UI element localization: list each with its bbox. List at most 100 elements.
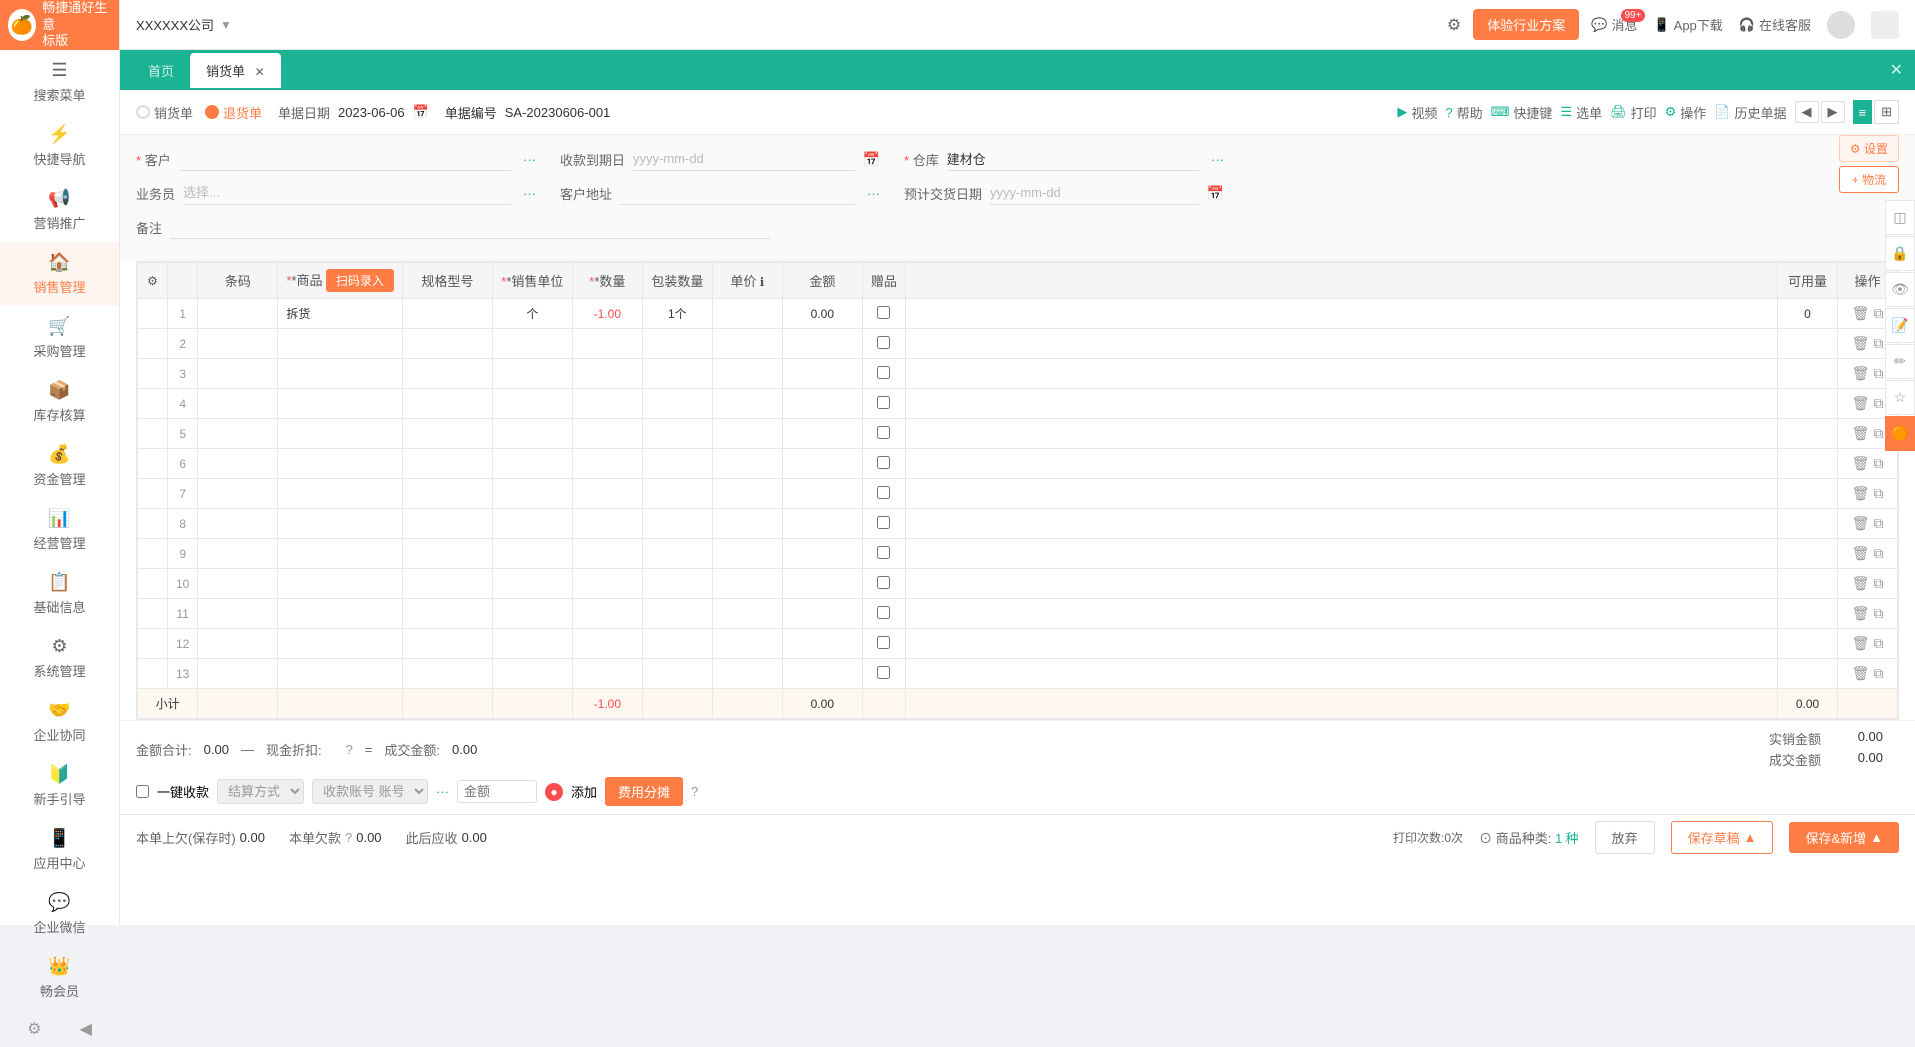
sidebar-item-collab[interactable]: 🤝 企业协同 <box>0 690 119 754</box>
row-product[interactable] <box>278 479 402 509</box>
customer-select-icon[interactable]: ··· <box>523 152 536 167</box>
row-gift[interactable] <box>862 569 905 599</box>
row-desc[interactable] <box>905 509 1777 539</box>
row-spec[interactable] <box>402 329 492 359</box>
row-product[interactable] <box>278 419 402 449</box>
row-delete-btn[interactable]: 🗑 <box>1852 575 1870 592</box>
right-tool-7[interactable]: 🟠 <box>1885 416 1915 451</box>
row-price[interactable] <box>712 569 782 599</box>
settings-button[interactable]: ⚙ 设置 <box>1839 135 1899 162</box>
customer-addr-select-icon[interactable]: ··· <box>867 186 880 201</box>
row-unit[interactable] <box>492 629 572 659</box>
online-service-button[interactable]: 🎧 在线客服 <box>1739 15 1811 34</box>
row-unit[interactable] <box>492 329 572 359</box>
grid-view-btn[interactable]: ⊞ <box>1874 100 1899 124</box>
order-debt-help[interactable]: ? <box>345 830 352 845</box>
salesperson-select-icon[interactable]: ··· <box>523 186 536 201</box>
row-copy-btn[interactable]: ⧉ <box>1873 335 1883 352</box>
row-price[interactable] <box>712 509 782 539</box>
prev-record-btn[interactable]: ◀ <box>1795 101 1819 123</box>
sidebar-item-search-order[interactable]: ☰ 搜索菜单 <box>0 50 119 114</box>
row-spec[interactable] <box>402 509 492 539</box>
row-gift[interactable] <box>862 539 905 569</box>
row-unit[interactable] <box>492 419 572 449</box>
user-menu[interactable] <box>1871 11 1899 39</box>
row-price[interactable] <box>712 629 782 659</box>
row-barcode[interactable] <box>198 389 278 419</box>
row-product[interactable] <box>278 569 402 599</box>
save-draft-button[interactable]: 保存草稿 ▲ <box>1671 821 1774 854</box>
row-spec[interactable] <box>402 419 492 449</box>
row-price[interactable] <box>712 599 782 629</box>
tab-home[interactable]: 首页 <box>132 53 190 88</box>
customer-input[interactable] <box>179 147 511 171</box>
row-barcode[interactable] <box>198 599 278 629</box>
row-copy-btn[interactable]: ⧉ <box>1873 575 1883 592</box>
next-record-btn[interactable]: ▶ <box>1821 101 1845 123</box>
tab-close-icon[interactable]: ✕ <box>255 65 265 79</box>
calc-help-icon[interactable]: ? <box>346 742 353 757</box>
radio-return[interactable]: 退货单 <box>205 103 262 122</box>
row-delete-btn[interactable]: 🗑 <box>1852 305 1870 322</box>
row-delete-btn[interactable]: 🗑 <box>1852 395 1870 412</box>
row-unit[interactable] <box>492 539 572 569</box>
row-qty[interactable] <box>572 329 642 359</box>
row-copy-btn[interactable]: ⧉ <box>1873 305 1883 322</box>
row-spec[interactable] <box>402 389 492 419</box>
row-delete-btn[interactable]: 🗑 <box>1852 605 1870 622</box>
row-gift[interactable] <box>862 299 905 329</box>
row-product[interactable] <box>278 389 402 419</box>
row-copy-btn[interactable]: ⧉ <box>1873 605 1883 622</box>
row-unit[interactable] <box>492 359 572 389</box>
sidebar-item-guide[interactable]: 🔰 新手引导 <box>0 754 119 818</box>
save-new-button[interactable]: 保存&新增 ▲ <box>1789 822 1899 853</box>
right-tool-5[interactable]: ✏ <box>1885 344 1915 379</box>
row-copy-btn[interactable]: ⧉ <box>1873 485 1883 502</box>
payment-due-calendar-icon[interactable]: 📅 <box>863 151 880 168</box>
row-copy-btn[interactable]: ⧉ <box>1873 545 1883 562</box>
right-tool-4[interactable]: 📝 <box>1885 308 1915 343</box>
row-product[interactable] <box>278 329 402 359</box>
row-spec[interactable] <box>402 299 492 329</box>
row-delete-btn[interactable]: 🗑 <box>1852 455 1870 472</box>
row-barcode[interactable] <box>198 509 278 539</box>
row-gift[interactable] <box>862 599 905 629</box>
row-desc[interactable] <box>905 329 1777 359</box>
row-copy-btn[interactable]: ⧉ <box>1873 425 1883 442</box>
row-delete-btn[interactable]: 🗑 <box>1852 425 1870 442</box>
row-unit[interactable] <box>492 479 572 509</box>
amount-dots[interactable]: ··· <box>436 784 449 799</box>
row-qty[interactable] <box>572 569 642 599</box>
row-price[interactable] <box>712 389 782 419</box>
row-unit[interactable]: 个 <box>492 299 572 329</box>
row-delete-btn[interactable]: 🗑 <box>1852 515 1870 532</box>
row-barcode[interactable] <box>198 329 278 359</box>
row-desc[interactable] <box>905 629 1777 659</box>
payment-method-select[interactable]: 结算方式 <box>217 779 304 804</box>
row-desc[interactable] <box>905 569 1777 599</box>
sidebar-item-basic[interactable]: 📋 基础信息 <box>0 562 119 626</box>
row-desc[interactable] <box>905 359 1777 389</box>
row-product[interactable] <box>278 509 402 539</box>
row-gift[interactable] <box>862 629 905 659</box>
row-qty[interactable] <box>572 509 642 539</box>
row-barcode[interactable] <box>198 449 278 479</box>
row-gift[interactable] <box>862 659 905 689</box>
shortcuts-btn[interactable]: ⌨ 快捷键 <box>1491 103 1553 122</box>
row-delete-btn[interactable]: 🗑 <box>1852 635 1870 652</box>
row-barcode[interactable] <box>198 659 278 689</box>
notes-input[interactable] <box>170 215 770 239</box>
row-barcode[interactable] <box>198 479 278 509</box>
row-barcode[interactable] <box>198 419 278 449</box>
row-desc[interactable] <box>905 299 1777 329</box>
row-unit[interactable] <box>492 449 572 479</box>
row-barcode[interactable] <box>198 299 278 329</box>
sidebar-item-finance[interactable]: 💰 资金管理 <box>0 434 119 498</box>
sidebar-item-purchase[interactable]: 🛒 采购管理 <box>0 306 119 370</box>
row-qty[interactable] <box>572 539 642 569</box>
row-spec[interactable] <box>402 569 492 599</box>
row-product[interactable] <box>278 629 402 659</box>
row-delete-btn[interactable]: 🗑 <box>1852 335 1870 352</box>
payment-due-input[interactable] <box>633 147 855 171</box>
row-delete-btn[interactable]: 🗑 <box>1852 665 1870 682</box>
